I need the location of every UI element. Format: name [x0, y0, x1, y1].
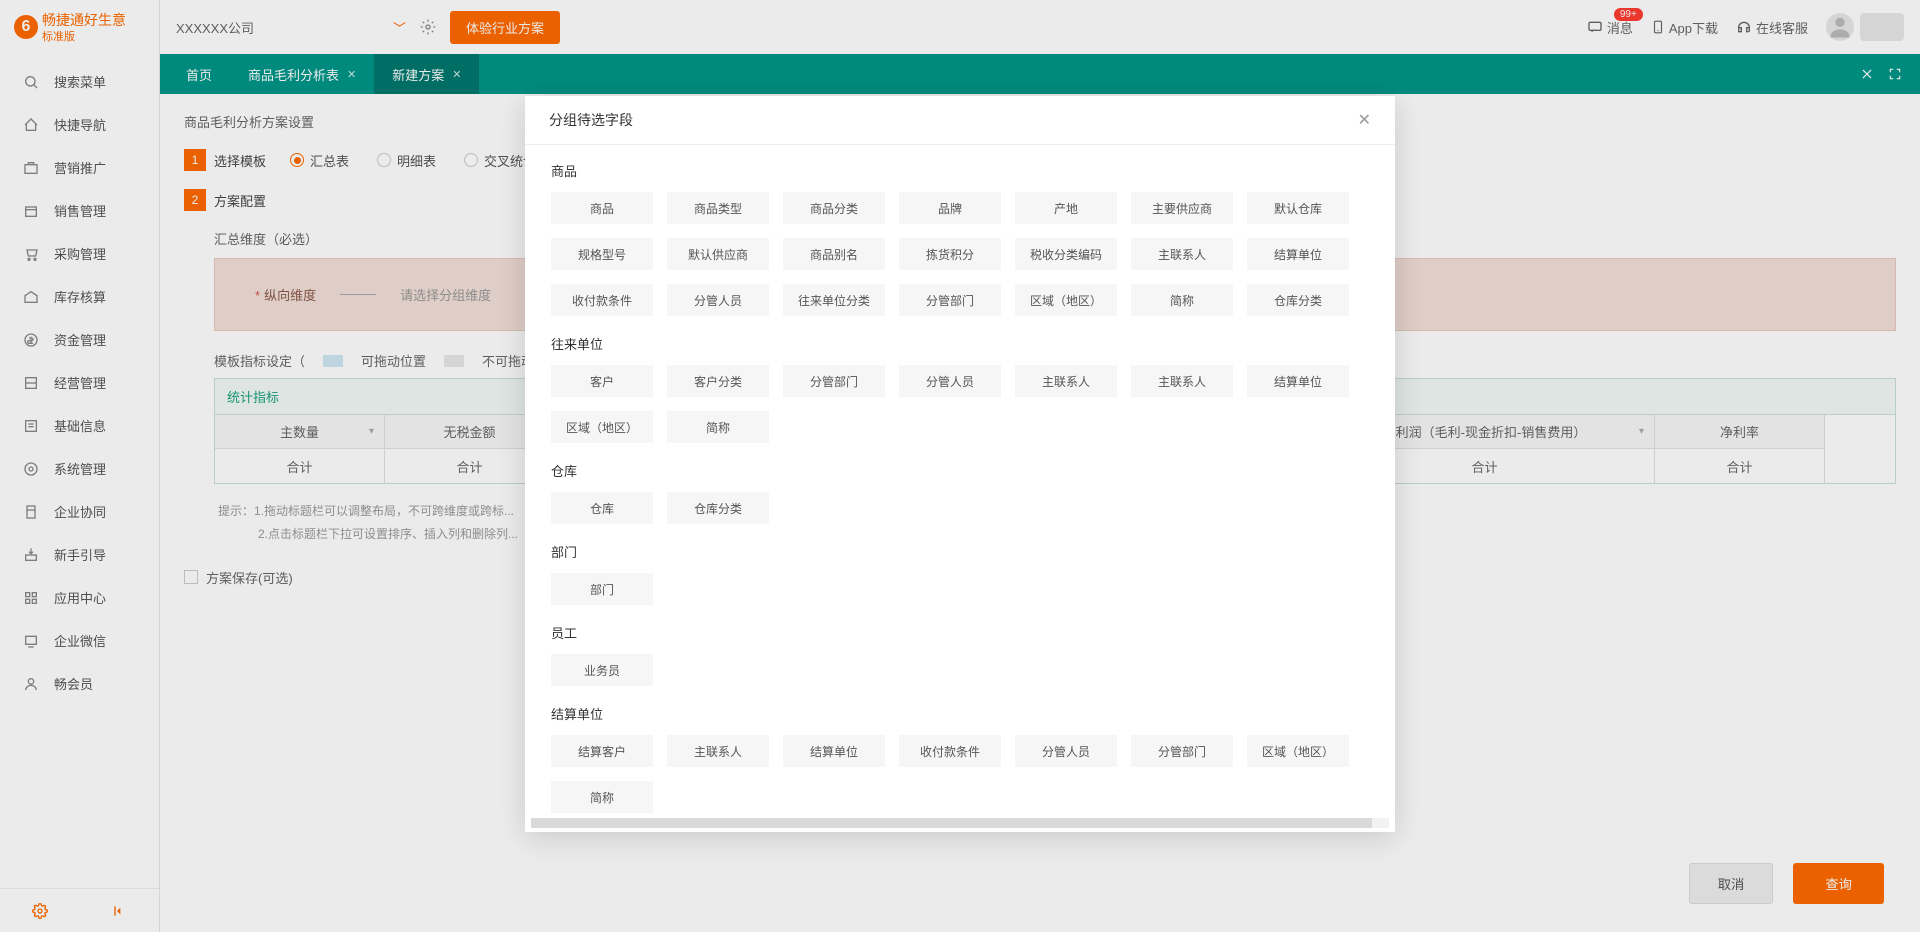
field-chip[interactable]: 部门	[551, 573, 653, 605]
field-chip[interactable]: 简称	[551, 781, 653, 813]
field-chip[interactable]: 简称	[1131, 284, 1233, 316]
field-chip[interactable]: 拣货积分	[899, 238, 1001, 270]
field-chip[interactable]: 往来单位分类	[783, 284, 885, 316]
field-chip[interactable]: 结算单位	[1247, 238, 1349, 270]
field-chip[interactable]: 主联系人	[1131, 365, 1233, 397]
field-group-title: 往来单位	[551, 334, 1369, 353]
field-chip[interactable]: 分管人员	[1015, 735, 1117, 767]
field-chip[interactable]: 商品类型	[667, 192, 769, 224]
modal-horizontal-scrollbar[interactable]	[531, 818, 1389, 828]
field-chip[interactable]: 商品别名	[783, 238, 885, 270]
modal-close-button[interactable]: ✕	[1358, 110, 1371, 130]
field-chip[interactable]: 默认供应商	[667, 238, 769, 270]
field-chip[interactable]: 收付款条件	[899, 735, 1001, 767]
field-chip[interactable]: 分管人员	[899, 365, 1001, 397]
field-group-title: 仓库	[551, 461, 1369, 480]
field-group: 仓库仓库仓库分类	[551, 461, 1369, 524]
field-chip[interactable]: 结算单位	[783, 735, 885, 767]
field-chip[interactable]: 简称	[667, 411, 769, 443]
field-chip[interactable]: 客户	[551, 365, 653, 397]
field-chip[interactable]: 主联系人	[1015, 365, 1117, 397]
field-group: 商品商品商品类型商品分类品牌产地主要供应商默认仓库规格型号默认供应商商品别名拣货…	[551, 161, 1369, 316]
field-chip[interactable]: 商品分类	[783, 192, 885, 224]
field-chip[interactable]: 主要供应商	[1131, 192, 1233, 224]
field-chip[interactable]: 主联系人	[667, 735, 769, 767]
field-picker-modal: 分组待选字段 ✕ 商品商品商品类型商品分类品牌产地主要供应商默认仓库规格型号默认…	[525, 96, 1395, 832]
field-chip[interactable]: 商品	[551, 192, 653, 224]
modal-title: 分组待选字段	[549, 110, 633, 130]
field-chip[interactable]: 收付款条件	[551, 284, 653, 316]
field-chip[interactable]: 结算单位	[1247, 365, 1349, 397]
field-chip[interactable]: 业务员	[551, 654, 653, 686]
field-group: 部门部门	[551, 542, 1369, 605]
field-chip[interactable]: 产地	[1015, 192, 1117, 224]
field-chip[interactable]: 仓库	[551, 492, 653, 524]
field-chip[interactable]: 分管部门	[783, 365, 885, 397]
field-group-title: 员工	[551, 623, 1369, 642]
field-chip[interactable]: 分管人员	[667, 284, 769, 316]
field-chip[interactable]: 税收分类编码	[1015, 238, 1117, 270]
field-chip[interactable]: 结算客户	[551, 735, 653, 767]
field-chip[interactable]: 区域（地区）	[551, 411, 653, 443]
field-chip[interactable]: 分管部门	[1131, 735, 1233, 767]
field-chip[interactable]: 默认仓库	[1247, 192, 1349, 224]
field-chip[interactable]: 客户分类	[667, 365, 769, 397]
field-chip[interactable]: 品牌	[899, 192, 1001, 224]
field-group: 往来单位客户客户分类分管部门分管人员主联系人主联系人结算单位区域（地区）简称	[551, 334, 1369, 443]
field-group: 员工业务员	[551, 623, 1369, 686]
field-group-title: 部门	[551, 542, 1369, 561]
field-chip[interactable]: 仓库分类	[667, 492, 769, 524]
field-group-title: 商品	[551, 161, 1369, 180]
field-chip[interactable]: 分管部门	[899, 284, 1001, 316]
field-chip[interactable]: 区域（地区）	[1015, 284, 1117, 316]
field-chip[interactable]: 规格型号	[551, 238, 653, 270]
modal-mask: 分组待选字段 ✕ 商品商品商品类型商品分类品牌产地主要供应商默认仓库规格型号默认…	[0, 0, 1920, 932]
field-chip[interactable]: 区域（地区）	[1247, 735, 1349, 767]
field-group: 结算单位结算客户主联系人结算单位收付款条件分管人员分管部门区域（地区）简称	[551, 704, 1369, 813]
field-group-title: 结算单位	[551, 704, 1369, 723]
field-chip[interactable]: 仓库分类	[1247, 284, 1349, 316]
field-chip[interactable]: 主联系人	[1131, 238, 1233, 270]
